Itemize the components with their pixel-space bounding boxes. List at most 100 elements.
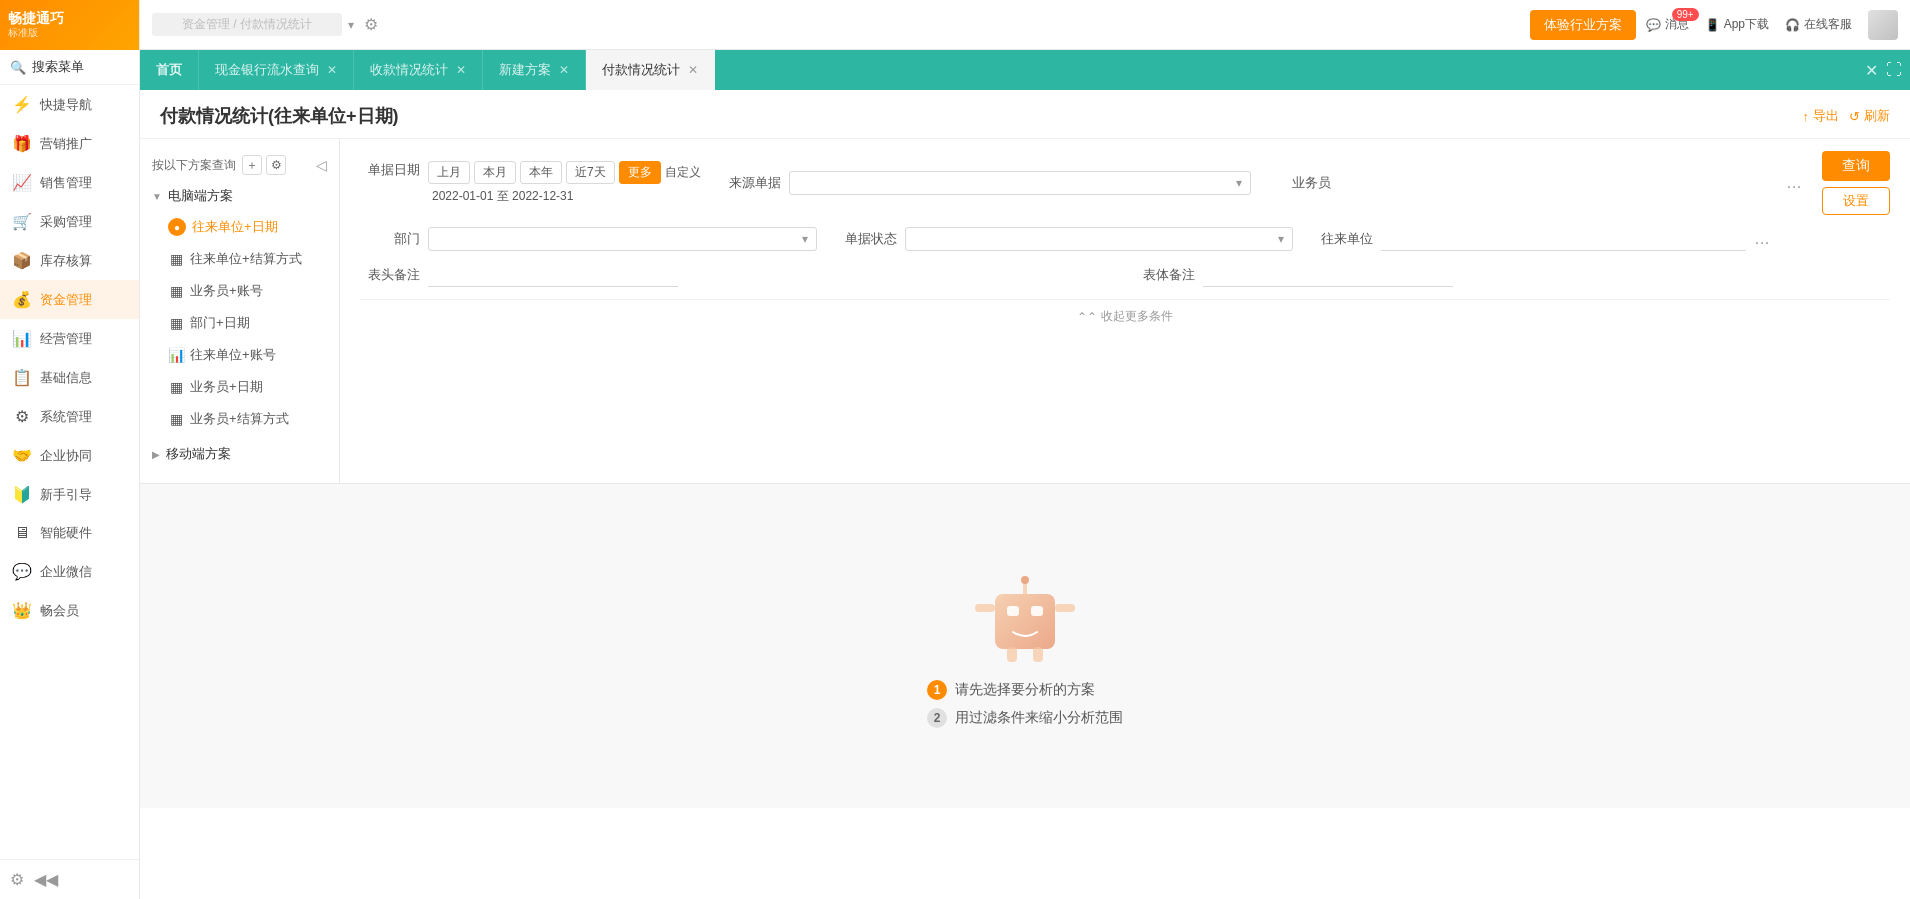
tab-collection-stat-close[interactable]: ✕ [456, 63, 466, 77]
sidebar-item-operation[interactable]: 📊 经营管理 [0, 319, 139, 358]
header-note-label: 表头备注 [360, 266, 420, 284]
sidebar-item-wechat[interactable]: 💬 企业微信 [0, 552, 139, 591]
tab-bank-flow[interactable]: 现金银行流水查询 ✕ [199, 50, 354, 90]
scheme-item-partner-settlement[interactable]: ▦ 往来单位+结算方式 [140, 243, 339, 275]
query-button[interactable]: 查询 [1822, 151, 1890, 181]
source-label: 来源单据 [721, 174, 781, 192]
collapse-conditions-btn[interactable]: ⌃⌃ 收起更多条件 [1077, 308, 1173, 325]
date-btns: 上月 本月 本年 近7天 更多 自定义 [428, 161, 701, 184]
partner-dots-btn[interactable]: … [1754, 230, 1770, 248]
sales-icon: 📈 [12, 173, 32, 192]
sidebar-item-purchase[interactable]: 🛒 采购管理 [0, 202, 139, 241]
collapse-sidebar-icon[interactable]: ◀◀ [34, 870, 58, 889]
scheme-group-mobile: ▶ 移动端方案 [140, 439, 339, 469]
sidebar-item-finance[interactable]: 💰 资金管理 [0, 280, 139, 319]
sidebar-item-basic-info[interactable]: 📋 基础信息 [0, 358, 139, 397]
address-bar[interactable]: 资金管理 / 付款情况统计 ▾ [152, 13, 354, 36]
sidebar-item-sales[interactable]: 📈 销售管理 [0, 163, 139, 202]
user-avatar[interactable] [1868, 10, 1898, 40]
sidebar-item-member[interactable]: 👑 畅会员 [0, 591, 139, 630]
scheme-item-dept-date[interactable]: ▦ 部门+日期 [140, 307, 339, 339]
scheme-item-icon: ▦ [168, 379, 184, 395]
voucher-status-select[interactable]: ▾ [905, 227, 1294, 251]
scheme-group-mobile-arrow: ▶ [152, 449, 160, 460]
staff-select[interactable] [1339, 179, 1778, 188]
tabbar: 首页 现金银行流水查询 ✕ 收款情况统计 ✕ 新建方案 ✕ 付款情况统计 ✕ ✕… [140, 50, 1910, 90]
voucher-status-label: 单据状态 [837, 230, 897, 248]
collapse-bar: ⌃⌃ 收起更多条件 [360, 299, 1890, 333]
setting-button[interactable]: 设置 [1822, 187, 1890, 215]
partner-input[interactable] [1381, 227, 1746, 251]
refresh-button[interactable]: ↺ 刷新 [1849, 107, 1890, 125]
export-button[interactable]: ↑ 导出 [1803, 107, 1840, 125]
scheme-panel-actions: ＋ ⚙ [242, 155, 286, 175]
sidebar-item-hardware[interactable]: 🖥 智能硬件 [0, 514, 139, 552]
sidebar-item-system[interactable]: ⚙ 系统管理 [0, 397, 139, 436]
settings-icon[interactable]: ⚙ [10, 870, 24, 889]
scheme-group-mobile-title[interactable]: ▶ 移动端方案 [140, 439, 339, 469]
svg-rect-3 [975, 604, 995, 612]
sidebar-item-label: 经营管理 [40, 330, 92, 348]
address-dropdown-icon[interactable]: ▾ [348, 18, 354, 32]
tab-bank-flow-close[interactable]: ✕ [327, 63, 337, 77]
gear-scheme-btn[interactable]: ⚙ [266, 155, 286, 175]
date-btn-more[interactable]: 更多 [619, 161, 661, 184]
online-service-item[interactable]: 🎧 在线客服 [1785, 16, 1852, 33]
scheme-item-label: 往来单位+结算方式 [190, 250, 302, 268]
page-inner: 付款情况统计(往来单位+日期) ↑ 导出 ↺ 刷新 [140, 90, 1910, 899]
sidebar-item-guide[interactable]: 🔰 新手引导 [0, 475, 139, 514]
topbar: 资金管理 / 付款情况统计 ▾ ⚙ 体验行业方案 💬 消息 99+ 📱 App下… [140, 0, 1910, 50]
tab-new-scheme-close[interactable]: ✕ [559, 63, 569, 77]
svg-rect-1 [1007, 606, 1019, 616]
close-tab-icon[interactable]: ✕ [1865, 61, 1878, 80]
date-btn-7days[interactable]: 近7天 [566, 161, 615, 184]
scheme-item-staff-settlement[interactable]: ▦ 业务员+结算方式 [140, 403, 339, 435]
scheme-item-partner-account[interactable]: 📊 往来单位+账号 [140, 339, 339, 371]
sidebar-search-item[interactable]: 🔍 搜索菜单 [0, 50, 139, 85]
svg-rect-7 [1023, 582, 1027, 596]
app-download-item[interactable]: 📱 App下载 [1705, 16, 1769, 33]
sidebar-item-quick-nav[interactable]: ⚡ 快捷导航 [0, 85, 139, 124]
staff-dots-btn[interactable]: … [1786, 174, 1802, 192]
gear-icon[interactable]: ⚙ [364, 15, 378, 34]
dept-select[interactable]: ▾ [428, 227, 817, 251]
date-btn-this-year[interactable]: 本年 [520, 161, 562, 184]
system-icon: ⚙ [12, 407, 32, 426]
sidebar-item-enterprise[interactable]: 🤝 企业协同 [0, 436, 139, 475]
filter-group-staff: 业务员 … [1271, 174, 1802, 192]
page-header-actions: ↑ 导出 ↺ 刷新 [1803, 107, 1891, 125]
body-note-input[interactable] [1203, 263, 1453, 287]
member-icon: 👑 [12, 601, 32, 620]
tab-new-scheme[interactable]: 新建方案 ✕ [483, 50, 586, 90]
scheme-item-staff-account[interactable]: ▦ 业务员+账号 [140, 275, 339, 307]
tab-collection-stat[interactable]: 收款情况统计 ✕ [354, 50, 483, 90]
add-scheme-btn[interactable]: ＋ [242, 155, 262, 175]
svg-rect-6 [1033, 647, 1043, 662]
scheme-item-label: 业务员+账号 [190, 282, 263, 300]
filter-group-voucher-status: 单据状态 ▾ [837, 227, 1294, 251]
message-item[interactable]: 💬 消息 99+ [1646, 16, 1689, 33]
scheme-item-staff-date[interactable]: ▦ 业务员+日期 [140, 371, 339, 403]
tab-payment-stat-close[interactable]: ✕ [688, 63, 698, 77]
header-note-input[interactable] [428, 263, 678, 287]
tab-home[interactable]: 首页 [140, 50, 199, 90]
sidebar-item-inventory[interactable]: 📦 库存核算 [0, 241, 139, 280]
scheme-group-arrow: ▼ [152, 191, 162, 202]
scheme-group-desktop-title[interactable]: ▼ 电脑端方案 [140, 181, 339, 211]
scheme-item-partner-date[interactable]: ● 往来单位+日期 [140, 211, 339, 243]
expand-tab-icon[interactable]: ⛶ [1886, 61, 1902, 79]
tab-payment-stat[interactable]: 付款情况统计 ✕ [586, 50, 715, 90]
inventory-icon: 📦 [12, 251, 32, 270]
dept-select-arrow: ▾ [802, 232, 808, 246]
sidebar-item-marketing[interactable]: 🎁 营销推广 [0, 124, 139, 163]
source-select[interactable]: ▾ [789, 171, 1252, 195]
tab-bank-flow-label: 现金银行流水查询 [215, 61, 319, 79]
date-custom-label[interactable]: 自定义 [665, 164, 701, 181]
scheme-collapse-btn[interactable]: ◁ [316, 157, 327, 173]
filter-area: 按以下方案查询 ＋ ⚙ ◁ ▼ 电脑端方案 [140, 139, 1910, 483]
trial-btn[interactable]: 体验行业方案 [1530, 10, 1636, 40]
sidebar-item-label: 企业微信 [40, 563, 92, 581]
date-btn-last-month[interactable]: 上月 [428, 161, 470, 184]
svg-point-8 [1021, 576, 1029, 584]
date-btn-this-month[interactable]: 本月 [474, 161, 516, 184]
